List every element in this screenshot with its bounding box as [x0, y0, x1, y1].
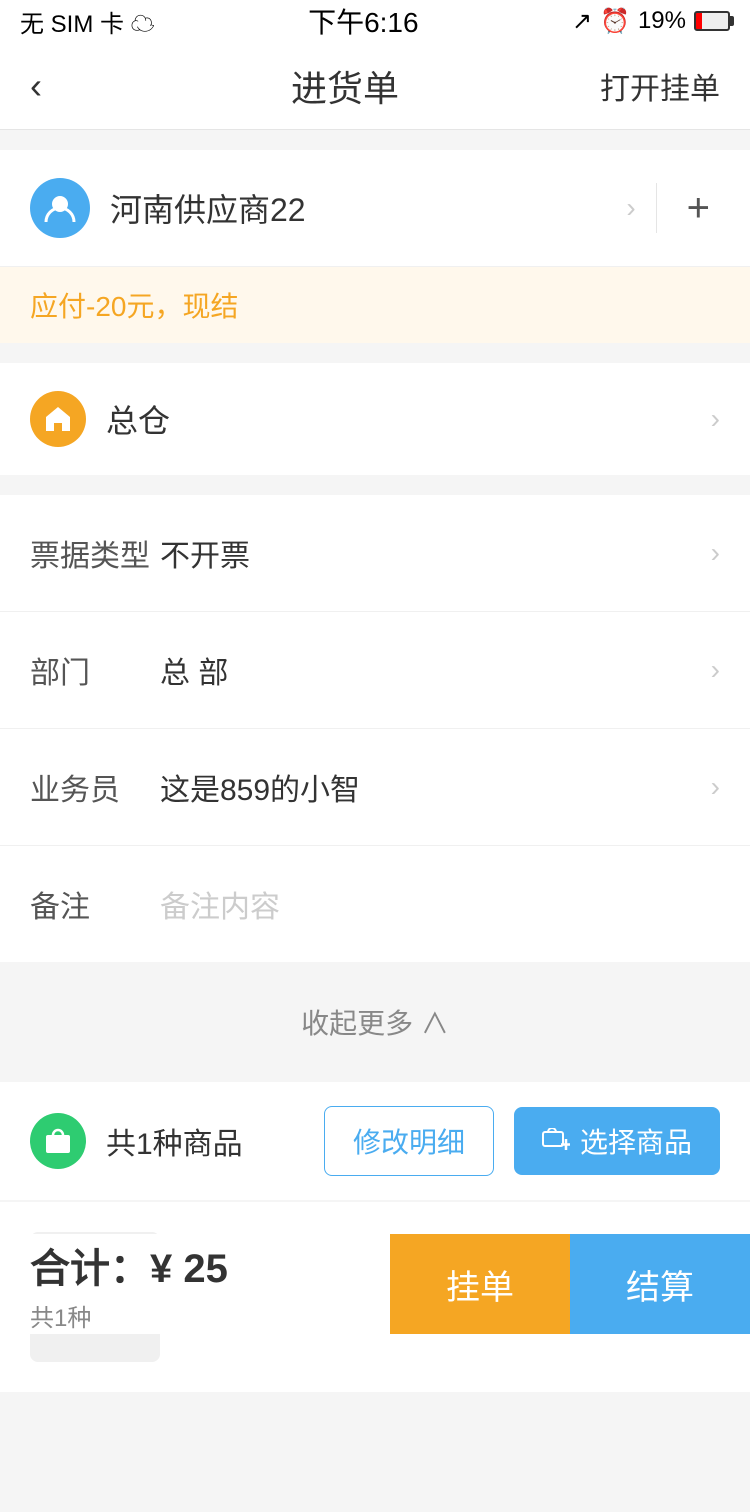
- location-icon: ↗: [572, 7, 592, 36]
- supplier-section: 河南供应商22 › + 应付-20元，现结: [0, 150, 750, 343]
- invoice-chevron-icon: ›: [711, 537, 720, 569]
- dept-value: 总 部: [160, 648, 711, 692]
- battery-icon: [694, 11, 730, 31]
- warehouse-icon: [30, 391, 86, 447]
- bottom-bar: 合计：¥ 25 共1种 挂单 结算: [0, 1234, 750, 1334]
- warehouse-section: 总仓 ›: [0, 363, 750, 475]
- remark-row[interactable]: 备注 备注内容: [0, 846, 750, 962]
- edit-detail-button[interactable]: 修改明细: [324, 1106, 494, 1176]
- select-product-button[interactable]: 选择商品: [514, 1107, 720, 1175]
- salesman-value: 这是859的小智: [160, 765, 711, 809]
- total-section: 合计：¥ 25 共1种: [0, 1236, 390, 1333]
- total-value: ¥ 25: [150, 1247, 228, 1291]
- product-count: 共1种商品: [106, 1119, 304, 1163]
- page-title: 进货单: [90, 60, 600, 112]
- total-label: 合计：: [30, 1247, 150, 1291]
- invoice-type-row[interactable]: 票据类型 不开票 ›: [0, 495, 750, 612]
- product-header: 共1种商品 修改明细 选择商品: [0, 1082, 750, 1200]
- status-left: 无 SIM 卡 ☁: [20, 4, 155, 39]
- collapse-button[interactable]: 收起更多 ∧: [0, 982, 750, 1062]
- warehouse-chevron-icon: ›: [711, 403, 720, 435]
- salesman-label: 业务员: [30, 765, 160, 809]
- select-product-icon: [542, 1125, 570, 1157]
- battery-label: 19%: [638, 7, 686, 35]
- back-button[interactable]: ‹: [30, 65, 90, 107]
- dept-row[interactable]: 部门 总 部 ›: [0, 612, 750, 729]
- divider: [656, 183, 657, 233]
- hang-button[interactable]: 挂单: [390, 1234, 570, 1334]
- dept-label: 部门: [30, 648, 160, 692]
- warehouse-name: 总仓: [106, 396, 711, 442]
- supplier-chevron-icon: ›: [626, 192, 635, 224]
- dept-chevron-icon: ›: [711, 654, 720, 686]
- add-supplier-button[interactable]: +: [677, 186, 720, 231]
- form-section: 票据类型 不开票 › 部门 总 部 › 业务员 这是859的小智 › 备注 备注…: [0, 495, 750, 962]
- sim-label: 无 SIM 卡 ☁: [20, 4, 155, 39]
- salesman-row[interactable]: 业务员 这是859的小智 ›: [0, 729, 750, 846]
- status-bar: 无 SIM 卡 ☁ 下午6:16 ↗ ⏰ 19%: [0, 0, 750, 42]
- remark-placeholder: 备注内容: [160, 882, 720, 926]
- status-right: ↗ ⏰ 19%: [572, 7, 730, 36]
- total-amount: 合计：¥ 25: [30, 1236, 360, 1294]
- supplier-notice: 应付-20元，现结: [0, 267, 750, 343]
- status-time: 下午6:16: [308, 1, 419, 41]
- supplier-row[interactable]: 河南供应商22 › +: [0, 150, 750, 267]
- select-product-label: 选择商品: [580, 1121, 692, 1161]
- supplier-avatar: [30, 178, 90, 238]
- warehouse-row[interactable]: 总仓 ›: [0, 363, 750, 475]
- product-icon: [30, 1113, 86, 1169]
- salesman-chevron-icon: ›: [711, 771, 720, 803]
- invoice-value: 不开票: [160, 531, 711, 575]
- remark-label: 备注: [30, 882, 160, 926]
- checkout-button[interactable]: 结算: [570, 1234, 750, 1334]
- nav-bar: ‹ 进货单 打开挂单: [0, 42, 750, 130]
- alarm-icon: ⏰: [600, 7, 630, 36]
- supplier-name: 河南供应商22: [110, 185, 626, 231]
- open-hang-button[interactable]: 打开挂单: [600, 64, 720, 108]
- total-count: 共1种: [30, 1298, 360, 1333]
- invoice-label: 票据类型: [30, 531, 160, 575]
